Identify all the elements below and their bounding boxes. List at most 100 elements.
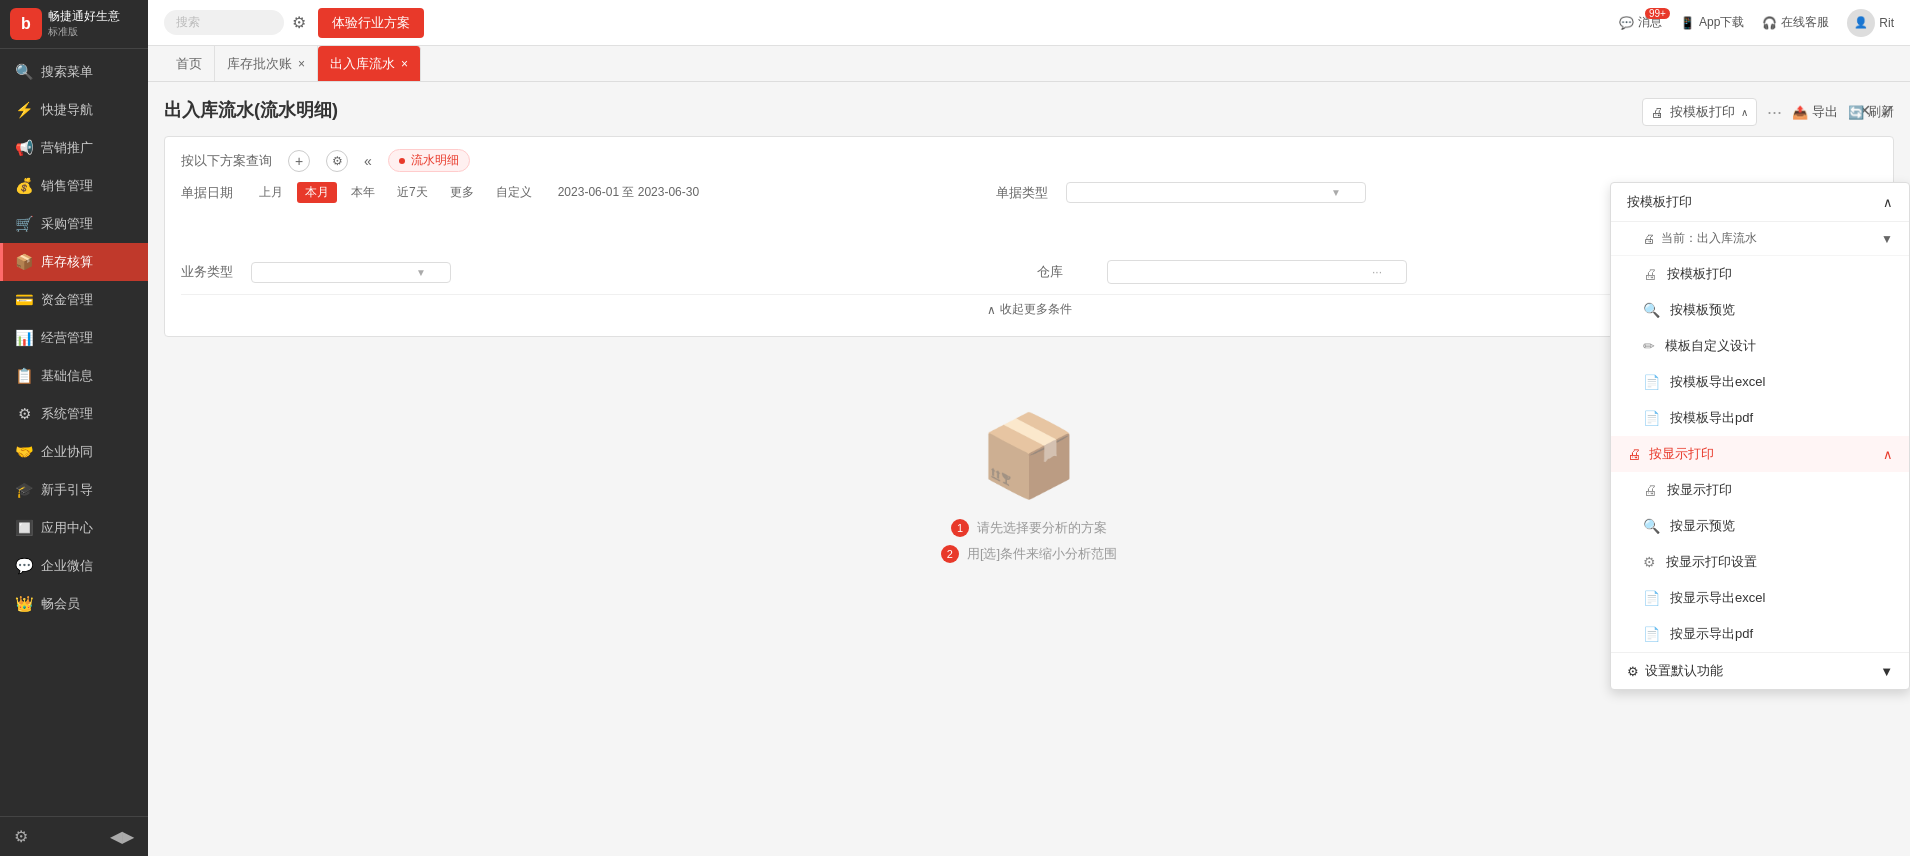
user-avatar[interactable]: 👤 Rit: [1847, 9, 1894, 37]
tab-flow[interactable]: 出入库流水 ×: [318, 46, 421, 81]
query-scheme-label: 按以下方案查询: [181, 152, 272, 170]
sidebar-label-enterprise: 企业协同: [41, 443, 93, 461]
biztype-select[interactable]: ▼: [251, 262, 451, 283]
sidebar-collapse-icon[interactable]: ◀▶: [110, 827, 134, 846]
display-print-label: 按显示打印: [1667, 481, 1732, 499]
online-service-button[interactable]: 🎧 在线客服: [1762, 14, 1829, 31]
topbar-search-box[interactable]: 搜索: [164, 10, 284, 35]
template-custom-icon: ✏: [1643, 338, 1655, 354]
sidebar-item-sales[interactable]: 💰 销售管理: [0, 167, 148, 205]
page-header: 出入库流水(流水明细) ✕ ⤢: [164, 98, 1894, 122]
tab-flow-label: 出入库流水: [330, 55, 395, 73]
date-tabs: 上月 本月 本年 近7天 更多 自定义: [251, 182, 540, 203]
dropdown-item-display-settings[interactable]: ⚙ 按显示打印设置: [1611, 544, 1909, 580]
sidebar-icon-guide: 🎓: [15, 481, 33, 499]
export-button[interactable]: 📤 导出: [1792, 103, 1838, 121]
display-pdf-icon: 📄: [1643, 626, 1660, 642]
page-title: 出入库流水(流水明细): [164, 98, 338, 122]
tab-batch-account[interactable]: 库存批次账 ×: [215, 46, 318, 81]
sidebar-icon-purchase: 🛒: [15, 215, 33, 233]
filter-tag-label: 流水明细: [411, 152, 459, 169]
sidebar-item-basic[interactable]: 📋 基础信息: [0, 357, 148, 395]
tab-batch-account-close[interactable]: ×: [298, 57, 305, 71]
dropdown-item-display-excel[interactable]: 📄 按显示导出excel: [1611, 580, 1909, 616]
sidebar-item-search[interactable]: 🔍 搜索菜单: [0, 53, 148, 91]
sidebar-item-marketing[interactable]: 📢 营销推广: [0, 129, 148, 167]
print-template-button[interactable]: 🖨 按模板打印 ∧: [1642, 98, 1757, 126]
online-service-label: 在线客服: [1781, 14, 1829, 31]
sidebar-item-system[interactable]: ⚙ 系统管理: [0, 395, 148, 433]
refresh-icon: 🔄: [1848, 105, 1864, 120]
refresh-button[interactable]: 🔄 刷新: [1848, 103, 1894, 121]
dropdown-item-display-pdf[interactable]: 📄 按显示导出pdf: [1611, 616, 1909, 652]
dropdown-item-template-custom[interactable]: ✏ 模板自定义设计: [1611, 328, 1909, 364]
add-filter-button[interactable]: +: [288, 150, 310, 172]
date-tab-custom[interactable]: 自定义: [488, 182, 540, 203]
sidebar-icon-shortcut: ⚡: [15, 101, 33, 119]
filter-collapse-button[interactable]: «: [364, 153, 372, 169]
warehouse-label: 仓库: [1037, 263, 1097, 281]
doctype-select[interactable]: ▼: [1066, 182, 1366, 203]
warehouse-select[interactable]: ···: [1107, 260, 1407, 284]
dropdown-item-display-print[interactable]: 🖨 按显示打印: [1611, 472, 1909, 508]
dropdown-item-template-pdf[interactable]: 📄 按模板导出pdf: [1611, 400, 1909, 436]
sidebar-icon-enterprise: 🤝: [15, 443, 33, 461]
empty-step1-label: 请先选择要分析的方案: [977, 519, 1107, 537]
filter-tag-liushui[interactable]: 流水明细: [388, 149, 470, 172]
current-icon: 🖨: [1643, 232, 1655, 246]
sidebar-item-operations[interactable]: 📊 经营管理: [0, 319, 148, 357]
date-tab-7days[interactable]: 近7天: [389, 182, 436, 203]
sidebar-label-app_center: 应用中心: [41, 519, 93, 537]
print-icon: 🖨: [1651, 105, 1664, 120]
more-options-icon[interactable]: ···: [1767, 102, 1782, 123]
sidebar-item-guide[interactable]: 🎓 新手引导: [0, 471, 148, 509]
display-settings-label: 按显示打印设置: [1666, 553, 1757, 571]
sidebar-label-system: 系统管理: [41, 405, 93, 423]
dropdown-item-template-print[interactable]: 🖨 按模板打印: [1611, 256, 1909, 292]
display-print-section-toggle[interactable]: 🖨 按显示打印 ∧: [1611, 436, 1909, 472]
footer-settings-icon: ⚙: [1627, 664, 1639, 679]
sidebar-item-enterprise[interactable]: 🤝 企业协同: [0, 433, 148, 471]
dropdown-item-template-preview[interactable]: 🔍 按模板预览: [1611, 292, 1909, 328]
dropdown-item-display-preview[interactable]: 🔍 按显示预览: [1611, 508, 1909, 544]
date-filter-group: 单据日期 上月 本月 本年 近7天 更多 自定义 2023-06-01 至 20…: [181, 182, 980, 203]
filter-settings-button[interactable]: ⚙: [326, 150, 348, 172]
date-tab-this-year[interactable]: 本年: [343, 182, 383, 203]
date-tab-more[interactable]: 更多: [442, 182, 482, 203]
sidebar-label-search: 搜索菜单: [41, 63, 93, 81]
sidebar-label-guide: 新手引导: [41, 481, 93, 499]
sidebar-item-inventory[interactable]: 📦 库存核算: [0, 243, 148, 281]
sidebar-item-purchase[interactable]: 🛒 采购管理: [0, 205, 148, 243]
dropdown-footer-settings[interactable]: ⚙ 设置默认功能 ▼: [1611, 652, 1909, 689]
display-settings-icon: ⚙: [1643, 554, 1656, 570]
sidebar-item-finance[interactable]: 💳 资金管理: [0, 281, 148, 319]
headset-icon: 🎧: [1762, 16, 1777, 30]
app-download-button[interactable]: 📱 App下载: [1680, 14, 1744, 31]
sidebar-item-member[interactable]: 👑 畅会员: [0, 585, 148, 623]
sidebar-icon-search: 🔍: [15, 63, 33, 81]
footer-settings-label: 设置默认功能: [1645, 662, 1723, 680]
dropdown-title: 按模板打印: [1627, 193, 1692, 211]
sidebar-item-shortcut[interactable]: ⚡ 快捷导航: [0, 91, 148, 129]
dropdown-current-item[interactable]: 🖨 当前：出入库流水 ▼: [1611, 222, 1909, 256]
empty-step-1: 1 请先选择要分析的方案: [951, 519, 1107, 537]
sidebar-item-app_center[interactable]: 🔲 应用中心: [0, 509, 148, 547]
sidebar-label-operations: 经营管理: [41, 329, 93, 347]
display-pdf-label: 按显示导出pdf: [1670, 625, 1753, 643]
dropdown-item-template-excel[interactable]: 📄 按模板导出excel: [1611, 364, 1909, 400]
sidebar-icon-basic: 📋: [15, 367, 33, 385]
sidebar-settings-icon[interactable]: ⚙: [14, 827, 28, 846]
sidebar-icon-member: 👑: [15, 595, 33, 613]
date-tab-this-month[interactable]: 本月: [297, 182, 337, 203]
tab-home[interactable]: 首页: [164, 46, 215, 81]
sidebar-icon-sales: 💰: [15, 177, 33, 195]
filter-tag-dot: [399, 158, 405, 164]
sidebar-label-wechat: 企业微信: [41, 557, 93, 575]
trial-industry-button[interactable]: 体验行业方案: [318, 8, 424, 38]
sidebar-item-wechat[interactable]: 💬 企业微信: [0, 547, 148, 585]
dropdown-chevron-up[interactable]: ∧: [1883, 195, 1893, 210]
topbar-gear-icon[interactable]: ⚙: [292, 13, 306, 32]
message-button[interactable]: 💬 消息 99+: [1619, 14, 1662, 31]
date-tab-last-month[interactable]: 上月: [251, 182, 291, 203]
tab-flow-close[interactable]: ×: [401, 57, 408, 71]
